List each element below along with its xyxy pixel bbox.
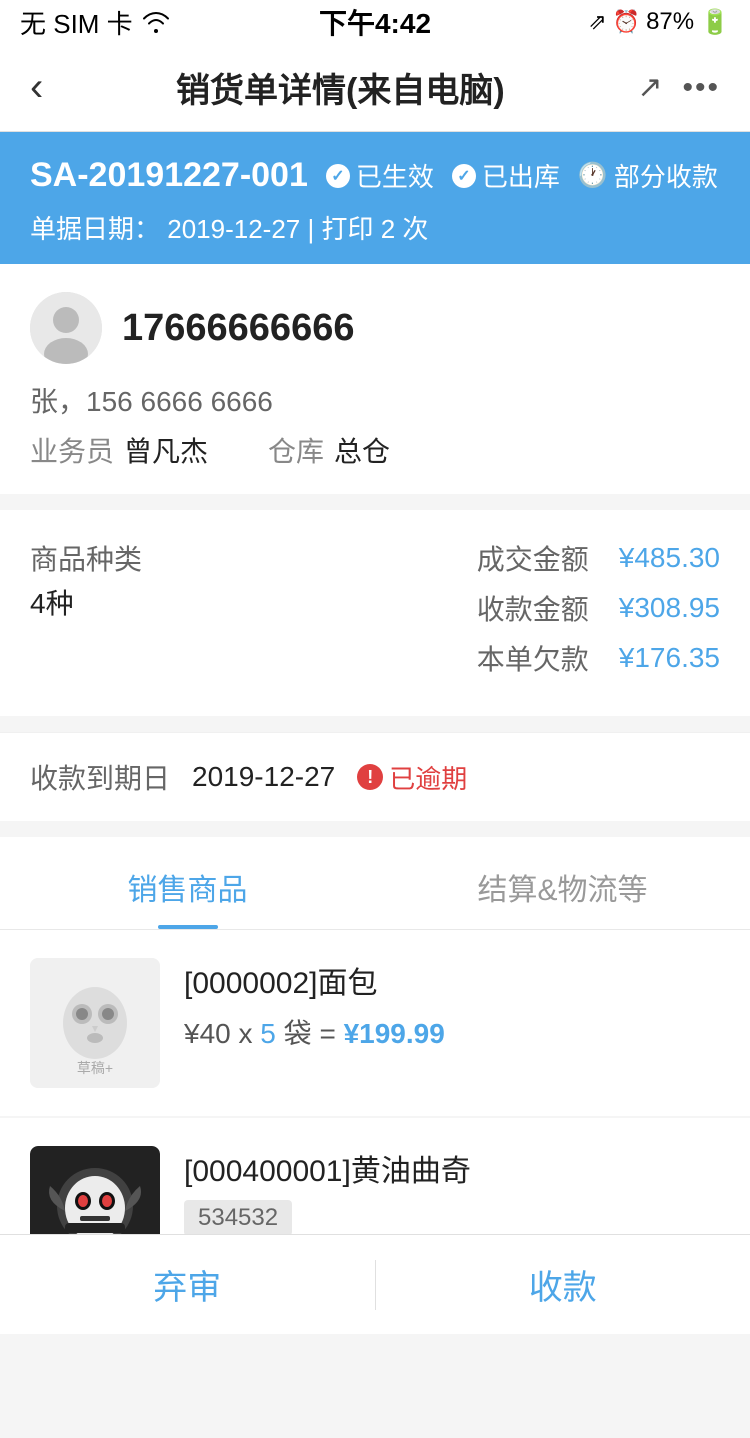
customer-id: 17666666666 — [122, 307, 354, 350]
order-id: SA-20191227-001 — [30, 156, 308, 195]
order-id-row: SA-20191227-001 ✓ 已生效 ✓ 已出库 🕐 部分收款 — [30, 156, 720, 195]
tab-settlement[interactable]: 结算&物流等 — [375, 837, 750, 929]
received-value: ¥308.95 — [619, 592, 720, 624]
customer-contact: 张，156 6666 6666 — [30, 380, 720, 420]
warehouse-label: 仓库 — [268, 430, 324, 470]
avatar — [30, 292, 102, 364]
more-icon[interactable]: ••• — [682, 71, 720, 105]
owed-row: 本单欠款 ¥176.35 — [477, 638, 720, 678]
date-label: 单据日期： — [30, 214, 160, 244]
alarm-icon: ⏰ — [613, 9, 640, 35]
page-title: 销货单详情(来自电脑) — [176, 63, 505, 112]
salesperson-label: 业务员 — [30, 430, 114, 470]
product-card: 草稿+ [0000002]面包 ¥40 x 5 袋 = ¥199.99 — [0, 930, 750, 1116]
total-1: ¥199.99 — [344, 1018, 445, 1049]
warehouse-value: 总仓 — [334, 430, 390, 470]
tab-products-label: 销售商品 — [128, 874, 248, 907]
summary-right: 成交金额 ¥485.30 收款金额 ¥308.95 本单欠款 ¥176.35 — [477, 538, 720, 688]
status-right: ⇗ ⏰ 87% 🔋 — [588, 8, 730, 37]
owed-label: 本单欠款 — [477, 638, 589, 678]
carrier-label: 无 SIM 卡 — [20, 4, 133, 41]
product-image-1: 草稿+ — [30, 958, 160, 1088]
salesperson-item: 业务员 曾凡杰 — [30, 430, 208, 470]
customer-top: 17666666666 — [30, 292, 720, 364]
back-button[interactable]: ‹ — [30, 65, 43, 110]
nav-left: ‹ — [30, 65, 43, 110]
customer-section: 17666666666 张，156 6666 6666 业务员 曾凡杰 仓库 总… — [0, 264, 750, 494]
due-date-value: 2019-12-27 — [192, 761, 335, 793]
types-label: 商品种类 — [30, 538, 142, 578]
status-label-3: 部分收款 — [614, 157, 718, 194]
due-label: 收款到期日 — [30, 757, 170, 797]
customer-meta: 业务员 曾凡杰 仓库 总仓 — [30, 430, 720, 470]
product-code-1: [0000002] — [184, 967, 317, 1000]
print-unit: 次 — [402, 214, 428, 244]
confirm-button[interactable]: 收款 — [376, 1240, 750, 1329]
received-label: 收款金额 — [477, 588, 589, 628]
status-effective: ✓ 已生效 — [326, 157, 434, 194]
due-section: 收款到期日 2019-12-27 ! 已逾期 — [0, 732, 750, 821]
deal-amount-label: 成交金额 — [477, 538, 589, 578]
salesperson-value: 曾凡杰 — [124, 430, 208, 470]
product-name-1: [0000002]面包 — [184, 958, 720, 1002]
print-separator: | 打印 — [307, 214, 380, 244]
received-row: 收款金额 ¥308.95 — [477, 588, 720, 628]
warehouse-item: 仓库 总仓 — [268, 430, 390, 470]
order-date-row: 单据日期： 2019-12-27 | 打印 2 次 — [30, 209, 720, 246]
status-label-1: 已生效 — [356, 157, 434, 194]
product-placeholder-icon: 草稿+ — [30, 958, 160, 1088]
tab-products[interactable]: 销售商品 — [0, 837, 375, 929]
check-icon-2: ✓ — [452, 164, 476, 188]
status-partial: 🕐 部分收款 — [578, 157, 718, 194]
product-name-2: [000400001]黄油曲奇 — [184, 1146, 720, 1190]
share-icon[interactable]: ↗ — [637, 70, 662, 105]
location-icon: ⇗ — [588, 9, 606, 35]
nav-bar: ‹ 销货单详情(来自电脑) ↗ ••• — [0, 44, 750, 132]
order-banner: SA-20191227-001 ✓ 已生效 ✓ 已出库 🕐 部分收款 单据日期：… — [0, 132, 750, 264]
status-left: 无 SIM 卡 — [20, 4, 171, 41]
qty-1: 5 — [260, 1018, 276, 1049]
product-price-row-1: ¥40 x 5 袋 = ¥199.99 — [184, 1012, 720, 1052]
unit-price-1: ¥40 — [184, 1018, 231, 1049]
types-value: 4种 — [30, 582, 142, 622]
equals-1: = — [319, 1018, 343, 1049]
wifi-icon — [141, 11, 171, 33]
check-icon-1: ✓ — [326, 164, 350, 188]
deal-amount-value: ¥485.30 — [619, 542, 720, 574]
bottom-bar: 弃审 收款 — [0, 1234, 750, 1334]
print-count: 2 — [381, 214, 395, 244]
product-tag-2: 534532 — [184, 1200, 292, 1236]
product-title-2: 黄油曲奇 — [351, 1155, 471, 1188]
status-bar: 无 SIM 卡 下午4:42 ⇗ ⏰ 87% 🔋 — [0, 0, 750, 44]
status-shipped: ✓ 已出库 — [452, 157, 560, 194]
nav-right: ↗ ••• — [637, 70, 720, 105]
status-time: 下午4:42 — [319, 2, 431, 42]
multiply-1: x — [239, 1018, 261, 1049]
summary-section: 商品种类 4种 成交金额 ¥485.30 收款金额 ¥308.95 本单欠款 ¥… — [0, 510, 750, 716]
product-info-1: [0000002]面包 ¥40 x 5 袋 = ¥199.99 — [184, 958, 720, 1052]
overdue-icon: ! — [357, 764, 383, 790]
status-label-2: 已出库 — [482, 157, 560, 194]
battery-percent: 87% — [646, 8, 694, 36]
unit-1: 袋 — [284, 1018, 312, 1049]
product-code-2: [000400001] — [184, 1155, 351, 1188]
clock-icon: 🕐 — [578, 161, 608, 190]
deal-amount-row: 成交金额 ¥485.30 — [477, 538, 720, 578]
tab-settlement-label: 结算&物流等 — [477, 874, 647, 907]
cancel-button[interactable]: 弃审 — [0, 1240, 375, 1329]
overdue-text: 已逾期 — [389, 759, 467, 796]
battery-icon: 🔋 — [700, 8, 730, 37]
owed-value: ¥176.35 — [619, 642, 720, 674]
product-title-1: 面包 — [317, 967, 377, 1000]
svg-text:草稿+: 草稿+ — [77, 1060, 113, 1076]
order-date: 2019-12-27 — [167, 214, 300, 244]
summary-left: 商品种类 4种 — [30, 538, 142, 622]
tab-section: 销售商品 结算&物流等 — [0, 837, 750, 930]
overdue-badge: ! 已逾期 — [357, 759, 467, 796]
